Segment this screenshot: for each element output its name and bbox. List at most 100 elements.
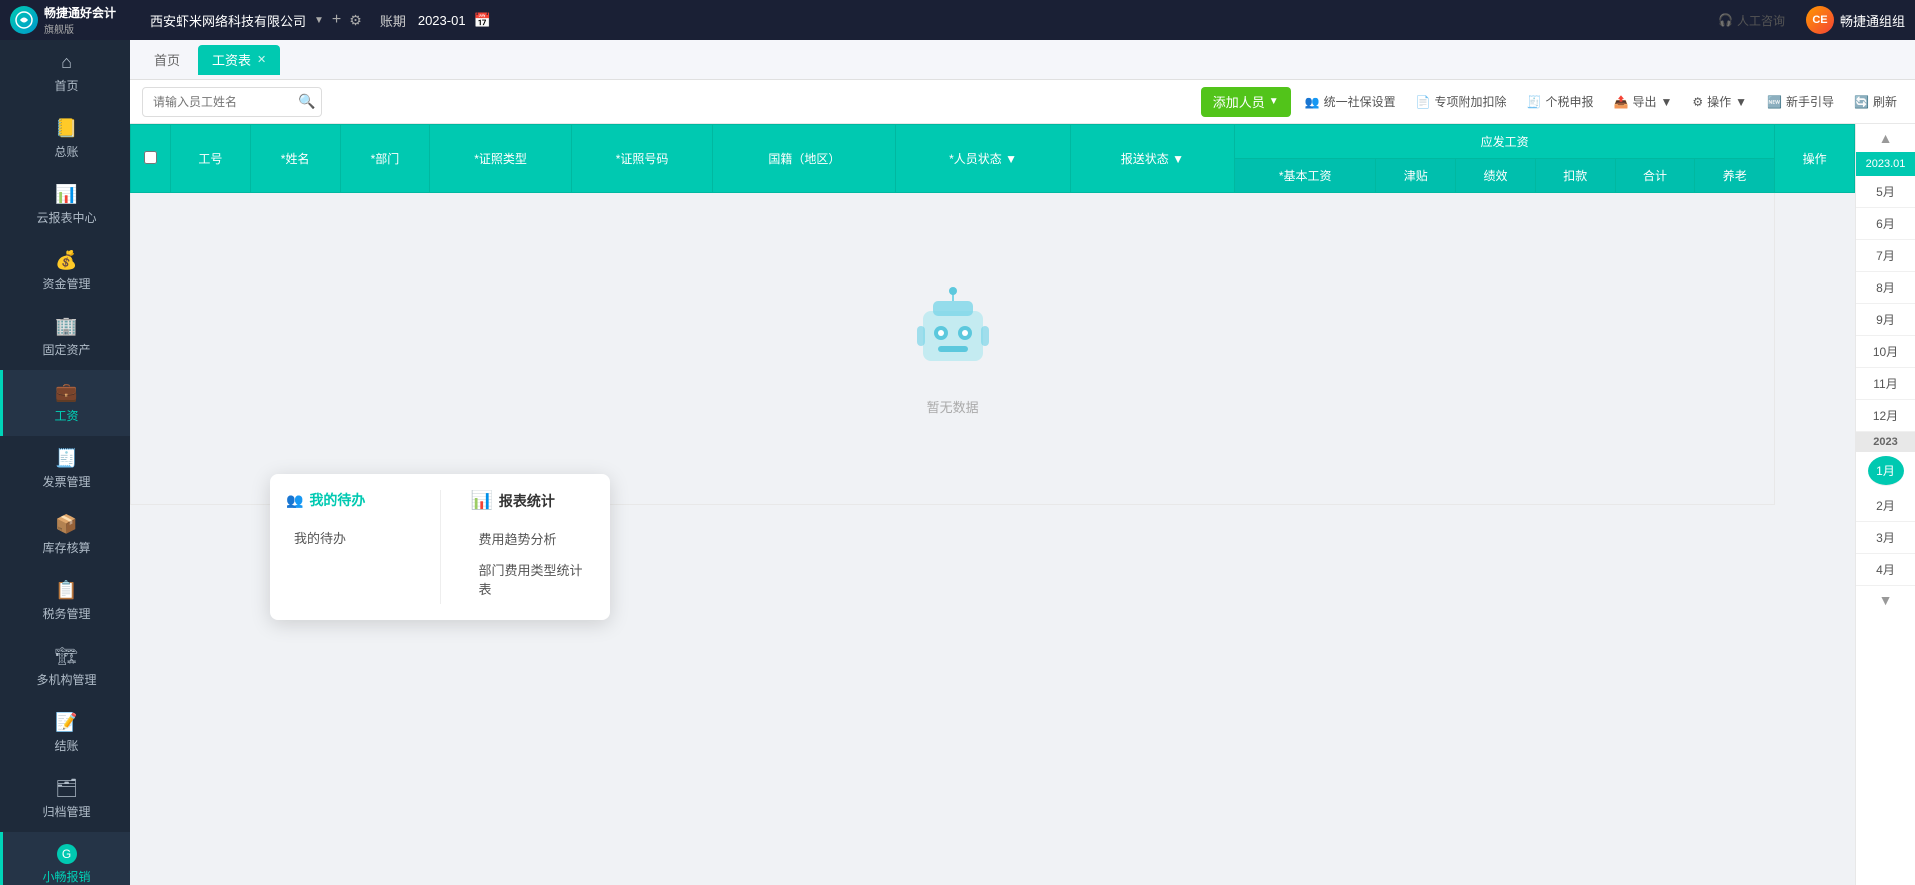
month-11[interactable]: 11月 <box>1856 368 1915 400</box>
col-id-type: *证照类型 <box>430 125 571 193</box>
export-icon: 📤 <box>1614 95 1629 109</box>
tab-salary-label: 工资表 <box>212 50 251 69</box>
popup-divider <box>440 490 441 604</box>
sidebar-item-xiaochang[interactable]: G 小畅报销 ◀ <box>0 832 130 885</box>
main-layout: ⌂ 首页 📒 总账 📊 云报表中心 💰 资金管理 🏢 固定资产 💼 工资 🧾 发… <box>0 40 1915 885</box>
assets-icon: 🏢 <box>55 316 77 337</box>
sidebar-item-home[interactable]: ⌂ 首页 <box>0 40 130 106</box>
sidebar-item-accounts[interactable]: 📝 结账 <box>0 700 130 766</box>
deduct-btn[interactable]: 📄 专项附加扣除 <box>1410 89 1513 114</box>
sidebar-item-tax[interactable]: 📋 税务管理 <box>0 568 130 634</box>
popup-item-cost-trend[interactable]: 费用趋势分析 <box>471 523 595 554</box>
search-input[interactable] <box>142 87 322 117</box>
tax-report-btn[interactable]: 🧾 个税申报 <box>1521 89 1600 114</box>
month-10[interactable]: 10月 <box>1856 336 1915 368</box>
sidebar-label-finance: 资金管理 <box>42 275 90 292</box>
add-dropdown-arrow: ▼ <box>1269 96 1279 107</box>
select-all-header <box>131 125 171 193</box>
month-5[interactable]: 5月 <box>1856 176 1915 208</box>
popup-col-todo: 👥 我的待办 我的待办 <box>286 490 410 604</box>
guide-btn[interactable]: 🆕 新手引导 <box>1761 89 1840 114</box>
tab-home[interactable]: 首页 <box>140 45 194 75</box>
col-nationality: 国籍（地区） <box>713 125 896 193</box>
tax-icon: 📋 <box>55 580 77 601</box>
export-label: 导出 <box>1632 93 1656 110</box>
month-1-active[interactable]: 1月 <box>1868 456 1904 486</box>
month-nav-up[interactable]: ▲ <box>1856 124 1915 152</box>
company-area: 西安虾米网络科技有限公司 ▼ + ⚙ 账期 2023-01 📅 <box>140 11 1712 30</box>
header-right: 🎧 人工咨询 CE 畅捷通组组 <box>1712 6 1905 34</box>
sidebar-item-report[interactable]: 📊 云报表中心 <box>0 172 130 238</box>
tab-close-salary[interactable]: ✕ <box>257 53 266 66</box>
empty-state-icon <box>903 281 1003 381</box>
col-report-status: 报送状态 ▼ <box>1070 125 1234 193</box>
month-12[interactable]: 12月 <box>1856 400 1915 432</box>
top-header: 畅捷通好会计 旗舰版 西安虾米网络科技有限公司 ▼ + ⚙ 账期 2023-01… <box>0 0 1915 40</box>
col-deductions: 扣款 <box>1535 159 1615 193</box>
col-pension: 养老 <box>1695 159 1775 193</box>
sidebar-item-salary[interactable]: 💼 工资 <box>0 370 130 436</box>
sidebar-item-inventory[interactable]: 📦 库存核算 <box>0 502 130 568</box>
sidebar-label-ledger: 总账 <box>54 143 78 160</box>
month-nav-down[interactable]: ▼ <box>1856 586 1915 614</box>
sidebar-item-ledger[interactable]: 📒 总账 <box>0 106 130 172</box>
sidebar: ⌂ 首页 📒 总账 📊 云报表中心 💰 资金管理 🏢 固定资产 💼 工资 🧾 发… <box>0 40 130 885</box>
col-base-salary: *基本工资 <box>1234 159 1375 193</box>
refresh-btn[interactable]: 🔄 刷新 <box>1848 89 1903 114</box>
social-insurance-btn[interactable]: 👥 统一社保设置 <box>1299 89 1402 114</box>
month-8[interactable]: 8月 <box>1856 272 1915 304</box>
invoice-icon: 🧾 <box>55 448 77 469</box>
month-2[interactable]: 2月 <box>1856 490 1915 522</box>
right-panel: ▲ 2023.01 5月 6月 7月 8月 9月 10月 11月 12月 202… <box>1855 124 1915 885</box>
search-button[interactable]: 🔍 <box>298 93 315 110</box>
col-dept: *部门 <box>340 125 430 193</box>
inventory-icon: 📦 <box>55 514 77 535</box>
table-wrapper: 工号 *姓名 *部门 *证照类型 *证照号码 国籍（地区） *人员状态 ▼ 报送… <box>130 124 1855 885</box>
company-dropdown-arrow[interactable]: ▼ <box>314 15 324 26</box>
salary-icon: 💼 <box>55 382 77 403</box>
social-label: 统一社保设置 <box>1324 93 1396 110</box>
col-allowance: 津贴 <box>1376 159 1456 193</box>
month-3[interactable]: 3月 <box>1856 522 1915 554</box>
col-status: *人员状态 ▼ <box>896 125 1070 193</box>
service-btn[interactable]: 🎧 人工咨询 <box>1712 8 1791 33</box>
guide-label: 新手引导 <box>1786 93 1834 110</box>
settings-icon[interactable]: ⚙ <box>349 12 362 29</box>
export-btn[interactable]: 📤 导出 ▼ <box>1608 89 1679 114</box>
report-stat-icon: 📊 <box>471 490 493 511</box>
popup-item-my-todo[interactable]: 我的待办 <box>286 522 410 553</box>
select-all-checkbox[interactable] <box>144 151 157 164</box>
add-person-label: 添加人员 <box>1213 92 1265 111</box>
month-4[interactable]: 4月 <box>1856 554 1915 586</box>
col-total: 合计 <box>1615 159 1695 193</box>
month-7[interactable]: 7月 <box>1856 240 1915 272</box>
popup-item-dept-cost[interactable]: 部门费用类型统计表 <box>471 554 595 604</box>
sidebar-item-finance[interactable]: 💰 资金管理 <box>0 238 130 304</box>
col-operation: 操作 <box>1775 125 1855 193</box>
user-name: 畅捷通组组 <box>1840 11 1905 30</box>
sidebar-item-archive[interactable]: 🗂 归档管理 <box>0 766 130 832</box>
operations-btn[interactable]: ⚙ 操作 ▼ <box>1686 89 1753 114</box>
add-person-button[interactable]: 添加人员 ▼ <box>1201 87 1291 117</box>
operations-arrow: ▼ <box>1735 95 1747 109</box>
sidebar-item-invoice[interactable]: 🧾 发票管理 <box>0 436 130 502</box>
empty-message: 暂无数据 <box>927 397 979 416</box>
add-company-btn[interactable]: + <box>332 11 341 29</box>
refresh-label: 刷新 <box>1873 93 1897 110</box>
col-bonus: 绩效 <box>1456 159 1536 193</box>
col-name: *姓名 <box>250 125 340 193</box>
deduct-label: 专项附加扣除 <box>1435 93 1507 110</box>
xiaochang-icon: G <box>57 844 77 864</box>
tab-salary[interactable]: 工资表 ✕ <box>198 45 280 75</box>
period-value[interactable]: 2023-01 <box>418 13 466 28</box>
tax-report-icon: 🧾 <box>1527 95 1542 109</box>
year-2023-label: 2023 <box>1856 432 1915 452</box>
month-9[interactable]: 9月 <box>1856 304 1915 336</box>
sidebar-item-multi[interactable]: 🏗 多机构管理 <box>0 634 130 700</box>
calendar-icon[interactable]: 📅 <box>474 12 491 29</box>
sidebar-item-assets[interactable]: 🏢 固定资产 <box>0 304 130 370</box>
tab-home-label: 首页 <box>154 50 180 69</box>
month-6[interactable]: 6月 <box>1856 208 1915 240</box>
user-area[interactable]: CE 畅捷通组组 <box>1806 6 1905 34</box>
sidebar-label-home: 首页 <box>54 77 78 94</box>
